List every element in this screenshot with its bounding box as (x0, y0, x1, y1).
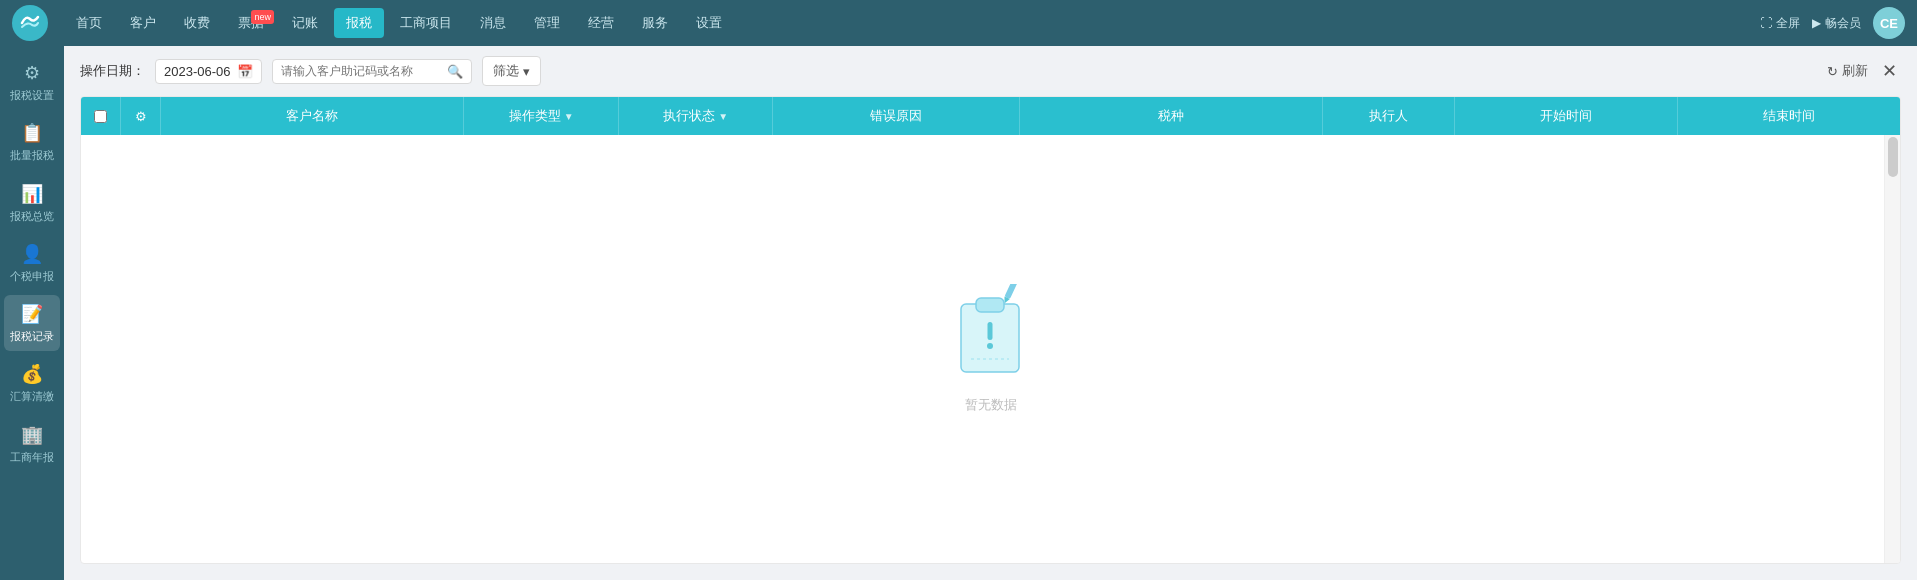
th-executor: 执行人 (1323, 97, 1455, 135)
sidebar-item-个税申报[interactable]: 👤 个税申报 (4, 235, 60, 291)
sort-icon-status[interactable]: ▼ (718, 111, 728, 122)
refresh-icon: ↻ (1827, 64, 1838, 79)
table-body: 暂无数据 (81, 135, 1900, 563)
sidebar-icon: ⚙ (21, 62, 43, 84)
top-nav-right: ⛶ 全屏 ▶ 畅会员 CE (1760, 7, 1905, 39)
fullscreen-button[interactable]: ⛶ 全屏 (1760, 15, 1800, 32)
date-value: 2023-06-06 (164, 64, 231, 79)
sidebar: ⚙ 报税设置 📋 批量报税 📊 报税总览 👤 个税申报 📝 报税记录 💰 汇算清缴 🏢 工商年报 (0, 46, 64, 580)
sidebar-icon: 📋 (21, 122, 43, 144)
nav-item-报税[interactable]: 报税 (334, 8, 384, 38)
date-picker[interactable]: 2023-06-06 📅 (155, 59, 262, 84)
sidebar-icon: 💰 (21, 363, 43, 385)
th-exec-status: 执行状态 ▼ (619, 97, 773, 135)
svg-rect-2 (976, 298, 1004, 312)
calendar-icon: 📅 (237, 64, 253, 79)
sidebar-label: 报税记录 (10, 329, 54, 343)
table-container: ⚙ 客户名称 操作类型 ▼ 执行状态 ▼ 错误原因 税种 (80, 96, 1901, 564)
sidebar-label: 批量报税 (10, 148, 54, 162)
sidebar-label: 工商年报 (10, 450, 54, 464)
sidebar-item-批量报税[interactable]: 📋 批量报税 (4, 114, 60, 170)
date-label: 操作日期： (80, 62, 145, 80)
nav-item-设置[interactable]: 设置 (684, 8, 734, 38)
nav-item-服务[interactable]: 服务 (630, 8, 680, 38)
sidebar-icon: 🏢 (21, 424, 43, 446)
chevron-down-icon: ▾ (523, 64, 530, 79)
nav-item-首页[interactable]: 首页 (64, 8, 114, 38)
th-checkbox[interactable] (81, 97, 121, 135)
sidebar-label: 报税设置 (10, 88, 54, 102)
refresh-label: 刷新 (1842, 62, 1868, 80)
th-gear[interactable]: ⚙ (121, 97, 161, 135)
sidebar-label: 个税申报 (10, 269, 54, 283)
nav-items: 首页客户收费票据new记账报税工商项目消息管理经营服务设置 (64, 8, 1760, 38)
content-area: 操作日期： 2023-06-06 📅 🔍 筛选 ▾ ↻ 刷新 ✕ (64, 46, 1917, 580)
member-button[interactable]: ▶ 畅会员 (1812, 15, 1861, 32)
sidebar-icon: 👤 (21, 243, 43, 265)
sidebar-item-汇算清缴[interactable]: 💰 汇算清缴 (4, 355, 60, 411)
close-button[interactable]: ✕ (1878, 62, 1901, 80)
nav-item-收费[interactable]: 收费 (172, 8, 222, 38)
empty-state: 暂无数据 (946, 284, 1036, 414)
refresh-button[interactable]: ↻ 刷新 (1827, 62, 1868, 80)
avatar[interactable]: CE (1873, 7, 1905, 39)
nav-item-管理[interactable]: 管理 (522, 8, 572, 38)
sidebar-label: 汇算清缴 (10, 389, 54, 403)
gear-icon: ⚙ (135, 109, 147, 124)
toolbar: 操作日期： 2023-06-06 📅 🔍 筛选 ▾ ↻ 刷新 ✕ (64, 46, 1917, 96)
member-label: 畅会员 (1825, 15, 1861, 32)
svg-rect-4 (987, 322, 992, 340)
th-error-reason: 错误原因 (773, 97, 1019, 135)
filter-button[interactable]: 筛选 ▾ (482, 56, 541, 86)
nav-item-客户[interactable]: 客户 (118, 8, 168, 38)
filter-label: 筛选 (493, 62, 519, 80)
svg-rect-6 (1004, 284, 1018, 299)
scroll-thumb (1888, 137, 1898, 177)
search-wrap: 🔍 (272, 59, 472, 84)
fullscreen-icon: ⛶ (1760, 16, 1772, 30)
sidebar-item-工商年报[interactable]: 🏢 工商年报 (4, 416, 60, 472)
th-op-type: 操作类型 ▼ (464, 97, 618, 135)
empty-illustration (946, 284, 1036, 384)
sidebar-icon: 📊 (21, 183, 43, 205)
main-layout: ⚙ 报税设置 📋 批量报税 📊 报税总览 👤 个税申报 📝 报税记录 💰 汇算清缴 🏢 工商年报 操作日期… (0, 46, 1917, 580)
top-nav: 首页客户收费票据new记账报税工商项目消息管理经营服务设置 ⛶ 全屏 ▶ 畅会员… (0, 0, 1917, 46)
sidebar-label: 报税总览 (10, 209, 54, 223)
sidebar-icon: 📝 (21, 303, 43, 325)
badge-new: new (251, 10, 274, 24)
svg-point-3 (987, 343, 993, 349)
sidebar-item-报税设置[interactable]: ⚙ 报税设置 (4, 54, 60, 110)
table-header: ⚙ 客户名称 操作类型 ▼ 执行状态 ▼ 错误原因 税种 (81, 97, 1900, 135)
th-end-time: 结束时间 (1678, 97, 1900, 135)
empty-text: 暂无数据 (965, 396, 1017, 414)
nav-item-消息[interactable]: 消息 (468, 8, 518, 38)
th-start-time: 开始时间 (1455, 97, 1678, 135)
nav-item-经营[interactable]: 经营 (576, 8, 626, 38)
th-tax-type: 税种 (1020, 97, 1323, 135)
sidebar-item-报税记录[interactable]: 📝 报税记录 (4, 295, 60, 351)
member-icon: ▶ (1812, 16, 1821, 30)
sort-icon-optype[interactable]: ▼ (564, 111, 574, 122)
select-all-checkbox[interactable] (94, 110, 107, 123)
nav-item-票据[interactable]: 票据new (226, 8, 276, 38)
fullscreen-label: 全屏 (1776, 15, 1800, 32)
nav-item-记账[interactable]: 记账 (280, 8, 330, 38)
th-client-name: 客户名称 (161, 97, 464, 135)
app-logo[interactable] (12, 5, 48, 41)
search-icon[interactable]: 🔍 (447, 64, 463, 79)
search-input[interactable] (281, 64, 441, 78)
nav-item-工商项目[interactable]: 工商项目 (388, 8, 464, 38)
sidebar-item-报税总览[interactable]: 📊 报税总览 (4, 175, 60, 231)
table-scrollbar[interactable] (1884, 135, 1900, 563)
